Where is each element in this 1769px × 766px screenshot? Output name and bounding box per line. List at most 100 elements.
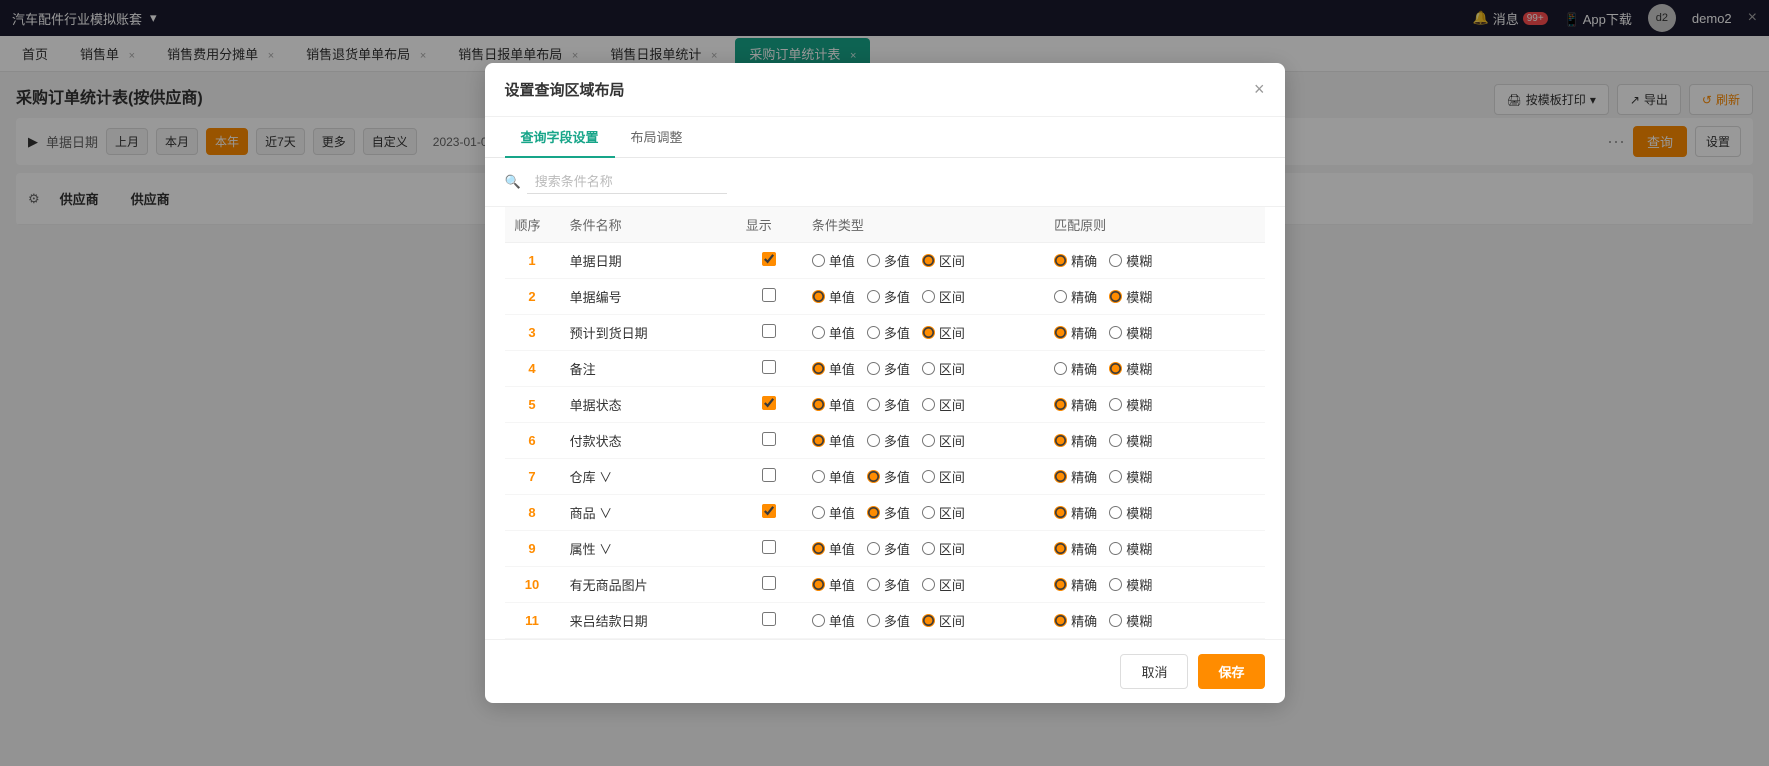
modal-title: 设置查询区域布局 bbox=[505, 79, 625, 100]
display-checkbox[interactable] bbox=[762, 576, 776, 590]
type-radio-区间[interactable]: 区间 bbox=[922, 467, 965, 486]
row-order: 8 bbox=[505, 495, 560, 531]
row-order: 4 bbox=[505, 351, 560, 387]
type-radio-区间[interactable]: 区间 bbox=[922, 251, 965, 270]
modal-tabs: 查询字段设置 布局调整 bbox=[485, 117, 1285, 158]
type-radio-多值[interactable]: 多值 bbox=[867, 287, 910, 306]
type-radio-多值[interactable]: 多值 bbox=[867, 359, 910, 378]
type-radio-区间[interactable]: 区间 bbox=[922, 539, 965, 558]
rule-radio-精确[interactable]: 精确 bbox=[1054, 575, 1097, 594]
row-display[interactable] bbox=[736, 459, 802, 495]
modal-tab-fields[interactable]: 查询字段设置 bbox=[505, 117, 615, 158]
save-button[interactable]: 保存 bbox=[1198, 654, 1264, 689]
row-display[interactable] bbox=[736, 315, 802, 351]
type-radio-单值[interactable]: 单值 bbox=[812, 611, 855, 630]
rule-radio-模糊[interactable]: 模糊 bbox=[1109, 251, 1152, 270]
type-radio-区间[interactable]: 区间 bbox=[922, 359, 965, 378]
type-radio-多值[interactable]: 多值 bbox=[867, 539, 910, 558]
display-checkbox[interactable] bbox=[762, 396, 776, 410]
rule-radio-模糊[interactable]: 模糊 bbox=[1109, 575, 1152, 594]
rule-radio-模糊[interactable]: 模糊 bbox=[1109, 287, 1152, 306]
row-display[interactable] bbox=[736, 423, 802, 459]
rule-radio-精确[interactable]: 精确 bbox=[1054, 251, 1097, 270]
type-radio-区间[interactable]: 区间 bbox=[922, 431, 965, 450]
rule-radio-模糊[interactable]: 模糊 bbox=[1109, 359, 1152, 378]
rule-radio-精确[interactable]: 精确 bbox=[1054, 359, 1097, 378]
row-rule: 精确模糊 bbox=[1044, 603, 1264, 639]
rule-radio-模糊[interactable]: 模糊 bbox=[1109, 611, 1152, 630]
row-type: 单值多值区间 bbox=[802, 315, 1044, 351]
row-display[interactable] bbox=[736, 387, 802, 423]
rule-radio-精确[interactable]: 精确 bbox=[1054, 323, 1097, 342]
display-checkbox[interactable] bbox=[762, 468, 776, 482]
display-checkbox[interactable] bbox=[762, 252, 776, 266]
display-checkbox[interactable] bbox=[762, 432, 776, 446]
type-radio-多值[interactable]: 多值 bbox=[867, 251, 910, 270]
type-radio-多值[interactable]: 多值 bbox=[867, 611, 910, 630]
row-type: 单值多值区间 bbox=[802, 423, 1044, 459]
rule-radio-模糊[interactable]: 模糊 bbox=[1109, 395, 1152, 414]
type-radio-多值[interactable]: 多值 bbox=[867, 431, 910, 450]
type-radio-单值[interactable]: 单值 bbox=[812, 323, 855, 342]
type-radio-单值[interactable]: 单值 bbox=[812, 503, 855, 522]
type-radio-单值[interactable]: 单值 bbox=[812, 539, 855, 558]
type-radio-区间[interactable]: 区间 bbox=[922, 395, 965, 414]
search-input[interactable] bbox=[527, 170, 727, 194]
type-radio-区间[interactable]: 区间 bbox=[922, 323, 965, 342]
row-order: 2 bbox=[505, 279, 560, 315]
row-display[interactable] bbox=[736, 567, 802, 603]
type-radio-单值[interactable]: 单值 bbox=[812, 395, 855, 414]
type-radio-区间[interactable]: 区间 bbox=[922, 503, 965, 522]
rule-radio-精确[interactable]: 精确 bbox=[1054, 467, 1097, 486]
type-radio-多值[interactable]: 多值 bbox=[867, 503, 910, 522]
display-checkbox[interactable] bbox=[762, 360, 776, 374]
rule-radio-精确[interactable]: 精确 bbox=[1054, 287, 1097, 306]
rule-radio-模糊[interactable]: 模糊 bbox=[1109, 431, 1152, 450]
type-radio-多值[interactable]: 多值 bbox=[867, 575, 910, 594]
row-display[interactable] bbox=[736, 603, 802, 639]
rule-radio-模糊[interactable]: 模糊 bbox=[1109, 539, 1152, 558]
display-checkbox[interactable] bbox=[762, 540, 776, 554]
row-display[interactable] bbox=[736, 495, 802, 531]
table-row: 2单据编号单值多值区间精确模糊 bbox=[505, 279, 1265, 315]
type-radio-区间[interactable]: 区间 bbox=[922, 287, 965, 306]
modal-header: 设置查询区域布局 × bbox=[485, 63, 1285, 117]
display-checkbox[interactable] bbox=[762, 324, 776, 338]
type-radio-多值[interactable]: 多值 bbox=[867, 467, 910, 486]
search-icon: 🔍 bbox=[505, 174, 521, 190]
table-row: 1单据日期单值多值区间精确模糊 bbox=[505, 243, 1265, 279]
row-type: 单值多值区间 bbox=[802, 603, 1044, 639]
type-radio-单值[interactable]: 单值 bbox=[812, 467, 855, 486]
row-display[interactable] bbox=[736, 243, 802, 279]
rule-radio-精确[interactable]: 精确 bbox=[1054, 503, 1097, 522]
display-checkbox[interactable] bbox=[762, 612, 776, 626]
type-radio-区间[interactable]: 区间 bbox=[922, 575, 965, 594]
type-radio-单值[interactable]: 单值 bbox=[812, 359, 855, 378]
rule-radio-精确[interactable]: 精确 bbox=[1054, 611, 1097, 630]
type-radio-单值[interactable]: 单值 bbox=[812, 287, 855, 306]
type-radio-单值[interactable]: 单值 bbox=[812, 575, 855, 594]
row-order: 10 bbox=[505, 567, 560, 603]
rule-radio-模糊[interactable]: 模糊 bbox=[1109, 503, 1152, 522]
rule-radio-模糊[interactable]: 模糊 bbox=[1109, 323, 1152, 342]
modal-tab-layout[interactable]: 布局调整 bbox=[615, 117, 699, 158]
type-radio-多值[interactable]: 多值 bbox=[867, 323, 910, 342]
display-checkbox[interactable] bbox=[762, 288, 776, 302]
row-display[interactable] bbox=[736, 351, 802, 387]
rule-radio-模糊[interactable]: 模糊 bbox=[1109, 467, 1152, 486]
cancel-button[interactable]: 取消 bbox=[1120, 654, 1188, 689]
row-name: 付款状态 bbox=[560, 423, 736, 459]
row-type: 单值多值区间 bbox=[802, 387, 1044, 423]
type-radio-单值[interactable]: 单值 bbox=[812, 251, 855, 270]
rule-radio-精确[interactable]: 精确 bbox=[1054, 431, 1097, 450]
row-display[interactable] bbox=[736, 531, 802, 567]
row-display[interactable] bbox=[736, 279, 802, 315]
rule-radio-精确[interactable]: 精确 bbox=[1054, 539, 1097, 558]
type-radio-单值[interactable]: 单值 bbox=[812, 431, 855, 450]
table-row: 6付款状态单值多值区间精确模糊 bbox=[505, 423, 1265, 459]
rule-radio-精确[interactable]: 精确 bbox=[1054, 395, 1097, 414]
modal-close-btn[interactable]: × bbox=[1254, 79, 1265, 100]
type-radio-区间[interactable]: 区间 bbox=[922, 611, 965, 630]
type-radio-多值[interactable]: 多值 bbox=[867, 395, 910, 414]
display-checkbox[interactable] bbox=[762, 504, 776, 518]
